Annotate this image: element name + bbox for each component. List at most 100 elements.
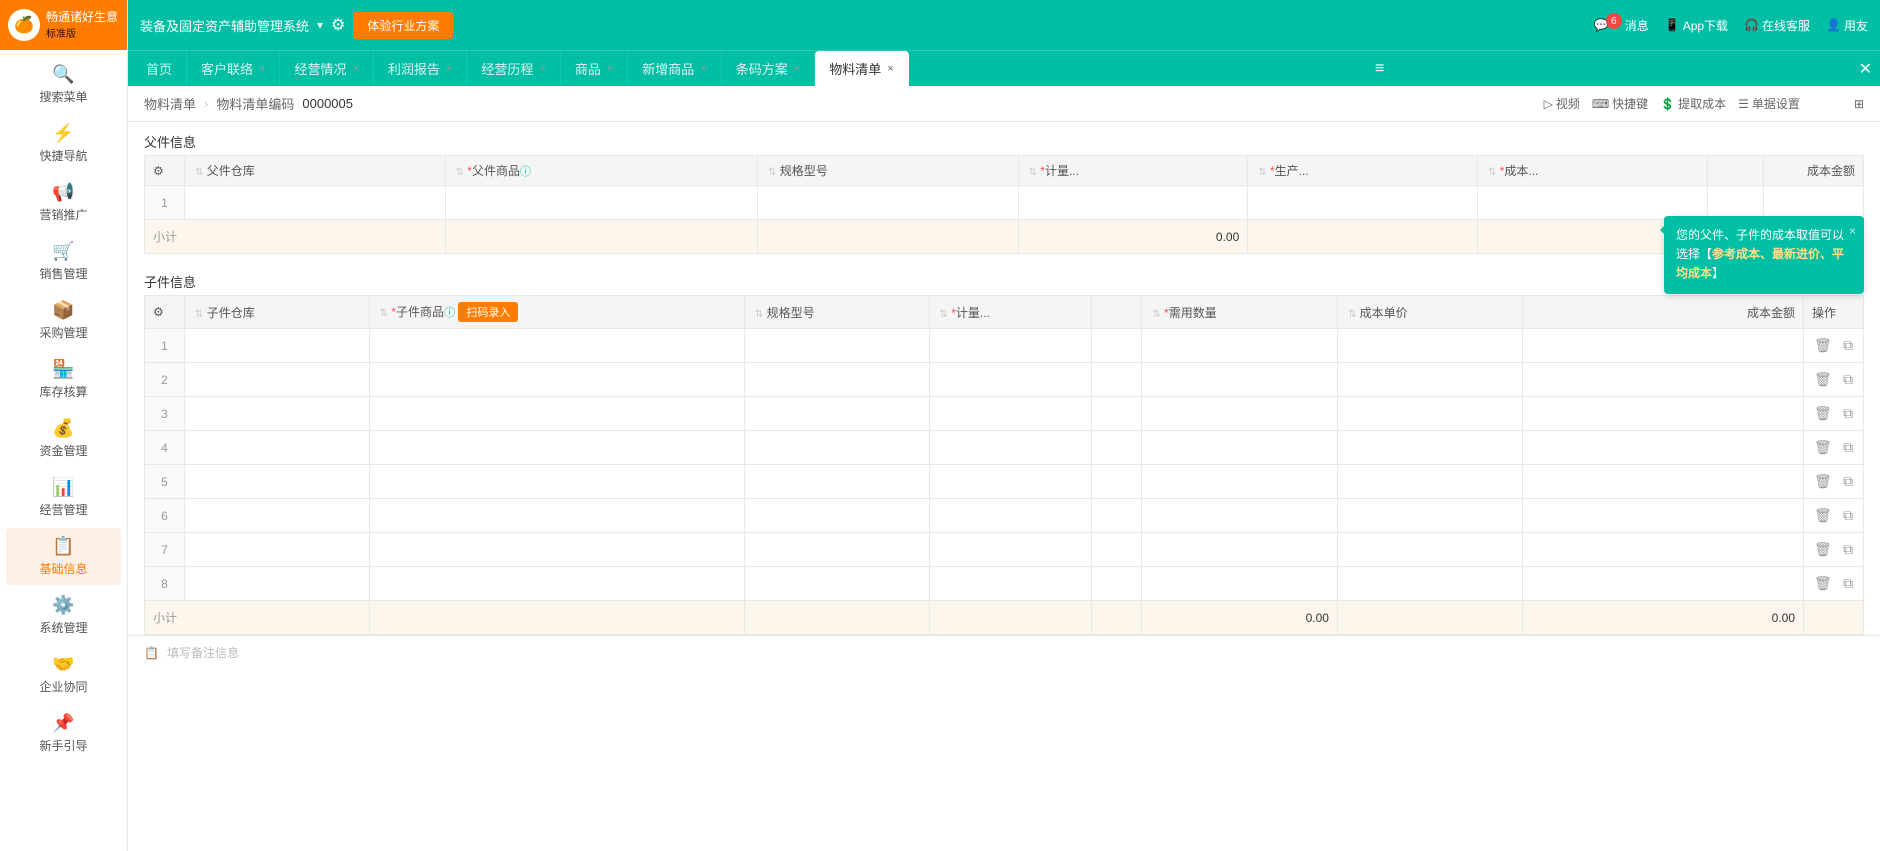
- copy-btn-1[interactable]: ⧉: [1839, 335, 1857, 356]
- child-row-2-qty[interactable]: [1142, 363, 1338, 397]
- parent-col-gear[interactable]: ⚙: [145, 156, 185, 186]
- child-row-1-warehouse[interactable]: [185, 329, 370, 363]
- parent-row-1-warehouse[interactable]: [185, 186, 446, 220]
- scan-btn[interactable]: 扫码录入: [458, 302, 518, 322]
- copy-btn-4[interactable]: ⧉: [1839, 437, 1857, 458]
- child-row-2-unit-cost[interactable]: [1337, 363, 1522, 397]
- delete-btn-3[interactable]: 🗑: [1810, 403, 1836, 424]
- tab-profit-report[interactable]: 利润报告 ×: [374, 51, 467, 86]
- child-row-2-spec[interactable]: [744, 363, 929, 397]
- tooltip-close-btn[interactable]: ×: [1849, 222, 1856, 241]
- sidebar-item-basic-info[interactable]: 📋 基础信息: [6, 528, 121, 585]
- tab-goods-close[interactable]: ×: [607, 63, 613, 75]
- tab-ops-history-close[interactable]: ×: [539, 63, 545, 75]
- trial-button[interactable]: 体验行业方案: [353, 12, 453, 39]
- action-extract-cost[interactable]: 💲 提取成本: [1660, 95, 1726, 112]
- copy-btn-2[interactable]: ⧉: [1839, 369, 1857, 390]
- gear-icon[interactable]: ⚙: [331, 15, 345, 35]
- sidebar-item-sales[interactable]: 🛒 销售管理: [6, 233, 121, 290]
- child-row-4-spec[interactable]: [744, 431, 929, 465]
- child-row-5-unit-cost[interactable]: [1337, 465, 1522, 499]
- child-row-1-unit-cost[interactable]: [1337, 329, 1522, 363]
- copy-btn-5[interactable]: ⧉: [1839, 471, 1857, 492]
- delete-btn-6[interactable]: 🗑: [1810, 505, 1836, 526]
- tab-bom[interactable]: 物料清单 ×: [815, 51, 908, 86]
- child-row-3-goods[interactable]: [369, 397, 744, 431]
- next-arrow[interactable]: ›: [1830, 95, 1842, 113]
- child-row-7-warehouse[interactable]: [185, 533, 370, 567]
- delete-btn-5[interactable]: 🗑: [1810, 471, 1836, 492]
- child-row-2-warehouse[interactable]: [185, 363, 370, 397]
- sidebar-item-quick-nav[interactable]: ⚡ 快捷导航: [6, 115, 121, 172]
- child-row-6-goods[interactable]: [369, 499, 744, 533]
- tab-customer[interactable]: 客户联络 ×: [187, 51, 280, 86]
- online-service-item[interactable]: 🎧 在线客服: [1744, 17, 1810, 34]
- parent-row-1-production[interactable]: [1248, 186, 1478, 220]
- child-row-5-spec[interactable]: [744, 465, 929, 499]
- sidebar-item-finance[interactable]: 💰 资金管理: [6, 410, 121, 467]
- child-row-3-unit[interactable]: [929, 397, 1092, 431]
- child-row-7-unit-cost[interactable]: [1337, 533, 1522, 567]
- view-grid-icon[interactable]: ⊞: [1854, 97, 1864, 111]
- tab-barcode[interactable]: 条码方案 ×: [722, 51, 815, 86]
- child-row-4-unit-cost[interactable]: [1337, 431, 1522, 465]
- tab-operations-status[interactable]: 经营情况 ×: [280, 51, 373, 86]
- child-row-6-unit-cost[interactable]: [1337, 499, 1522, 533]
- sidebar-item-inventory[interactable]: 🏪 库存核算: [6, 351, 121, 408]
- note-text[interactable]: 填写备注信息: [167, 644, 239, 661]
- delete-btn-1[interactable]: 🗑: [1810, 335, 1836, 356]
- child-row-7-spec[interactable]: [744, 533, 929, 567]
- copy-btn-8[interactable]: ⧉: [1839, 573, 1857, 594]
- nav-tabs-more[interactable]: ≡: [1367, 60, 1392, 78]
- child-row-5-warehouse[interactable]: [185, 465, 370, 499]
- sidebar-item-system[interactable]: ⚙️ 系统管理: [6, 587, 121, 644]
- child-row-4-unit[interactable]: [929, 431, 1092, 465]
- child-row-5-qty[interactable]: [1142, 465, 1338, 499]
- tab-barcode-close[interactable]: ×: [794, 63, 800, 75]
- sidebar-item-marketing[interactable]: 📢 营销推广: [6, 174, 121, 231]
- messages-item[interactable]: 💬 6 消息: [1594, 17, 1649, 34]
- child-row-8-unit[interactable]: [929, 567, 1092, 601]
- child-row-6-warehouse[interactable]: [185, 499, 370, 533]
- nav-close-all[interactable]: ✕: [1851, 59, 1880, 79]
- user-item[interactable]: 👤 用友: [1826, 17, 1868, 34]
- sidebar-item-operations[interactable]: 📊 经营管理: [6, 469, 121, 526]
- parent-row-1-goods[interactable]: [445, 186, 757, 220]
- delete-btn-7[interactable]: 🗑: [1810, 539, 1836, 560]
- child-row-1-qty[interactable]: [1142, 329, 1338, 363]
- child-row-5-unit[interactable]: [929, 465, 1092, 499]
- sidebar-item-enterprise[interactable]: 🤝 企业协同: [6, 646, 121, 703]
- system-dropdown[interactable]: ▾: [317, 18, 323, 32]
- child-row-4-qty[interactable]: [1142, 431, 1338, 465]
- child-row-8-warehouse[interactable]: [185, 567, 370, 601]
- tab-operations-history[interactable]: 经营历程 ×: [467, 51, 560, 86]
- child-col-gear[interactable]: ⚙: [145, 296, 185, 329]
- copy-btn-3[interactable]: ⧉: [1839, 403, 1857, 424]
- child-row-7-unit[interactable]: [929, 533, 1092, 567]
- child-row-8-unit-cost[interactable]: [1337, 567, 1522, 601]
- tab-profit-close[interactable]: ×: [446, 63, 452, 75]
- child-row-6-spec[interactable]: [744, 499, 929, 533]
- child-row-1-goods[interactable]: [369, 329, 744, 363]
- sidebar-item-guide[interactable]: 📌 新手引导: [6, 705, 121, 762]
- tab-new-goods[interactable]: 新增商品 ×: [628, 51, 721, 86]
- child-row-8-qty[interactable]: [1142, 567, 1338, 601]
- child-row-8-goods[interactable]: [369, 567, 744, 601]
- child-row-4-goods[interactable]: [369, 431, 744, 465]
- child-row-3-warehouse[interactable]: [185, 397, 370, 431]
- child-row-2-goods[interactable]: [369, 363, 744, 397]
- tab-bom-close[interactable]: ×: [887, 63, 893, 75]
- sidebar-item-search[interactable]: 🔍 搜索菜单: [6, 56, 121, 113]
- tab-goods[interactable]: 商品 ×: [561, 51, 628, 86]
- action-shortcut[interactable]: ⌨ 快捷键: [1592, 95, 1648, 112]
- child-row-2-unit[interactable]: [929, 363, 1092, 397]
- child-row-3-unit-cost[interactable]: [1337, 397, 1522, 431]
- prev-arrow[interactable]: ‹: [1816, 95, 1828, 113]
- tab-operations-close[interactable]: ×: [352, 63, 358, 75]
- copy-btn-7[interactable]: ⧉: [1839, 539, 1857, 560]
- delete-btn-4[interactable]: 🗑: [1810, 437, 1836, 458]
- app-download-item[interactable]: 📱 App下载: [1665, 17, 1728, 34]
- tab-home[interactable]: 首页: [132, 51, 187, 86]
- copy-btn-6[interactable]: ⧉: [1839, 505, 1857, 526]
- parent-row-1-cost[interactable]: [1477, 186, 1707, 220]
